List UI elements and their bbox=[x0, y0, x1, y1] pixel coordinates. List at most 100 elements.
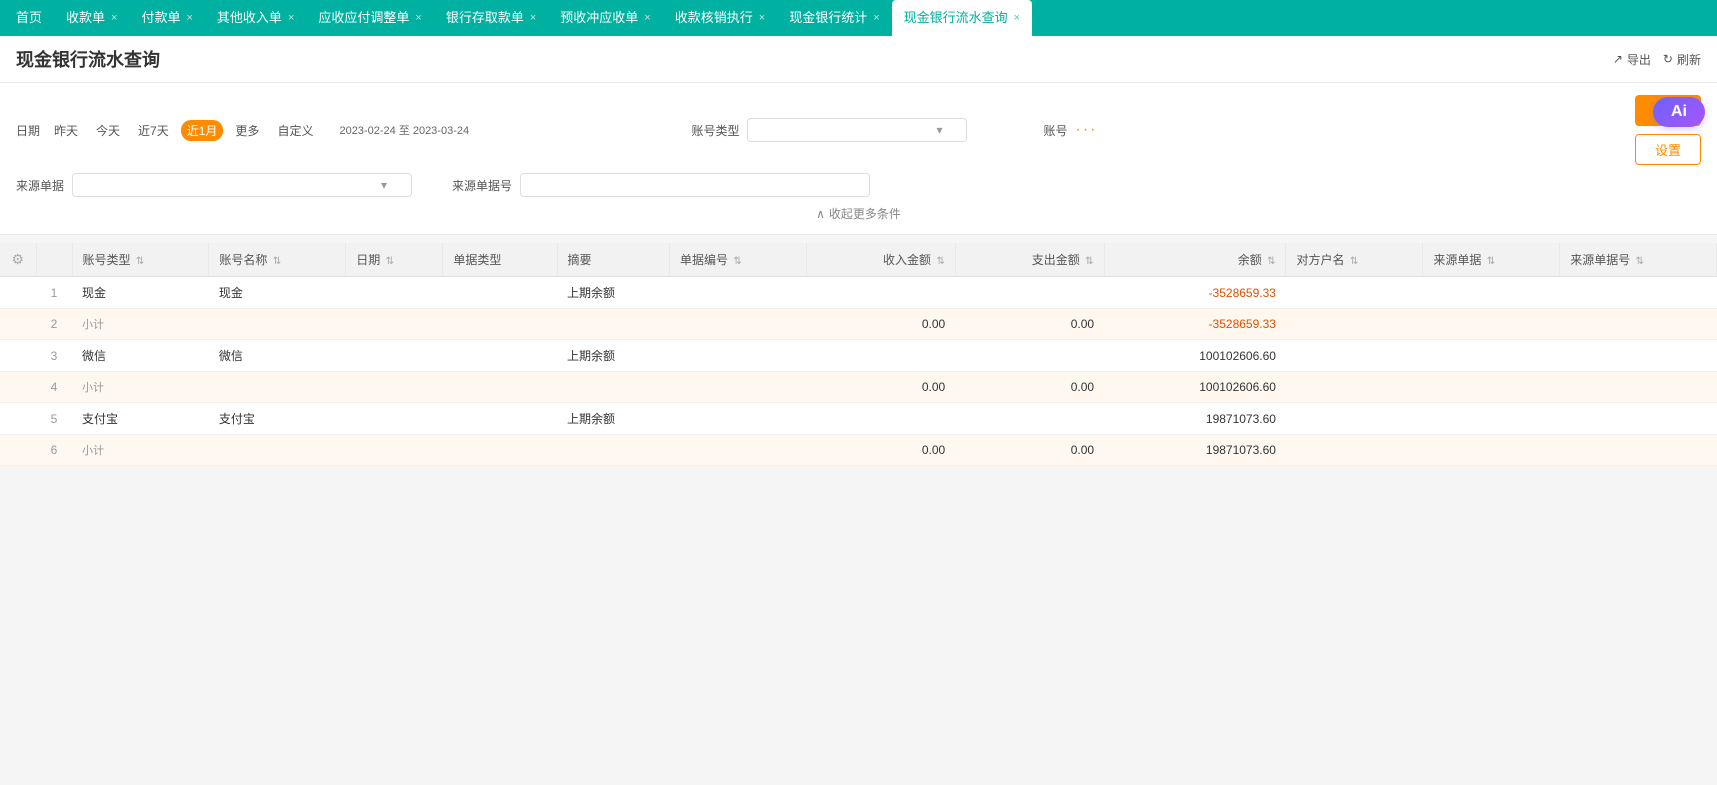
row-source-doc-num-0 bbox=[1560, 277, 1717, 309]
row-balance-5: 19871073.60 bbox=[1104, 435, 1286, 466]
row-source-doc-num-1 bbox=[1560, 309, 1717, 340]
account-type-select[interactable]: ▾ bbox=[747, 118, 967, 142]
row-gear-0 bbox=[0, 277, 36, 309]
account-ellipsis[interactable]: ··· bbox=[1075, 121, 1097, 139]
nav-writeoff-label: 收款核销执行 bbox=[675, 0, 753, 36]
table-row[interactable]: 2 小计 0.00 0.00 -3528659.33 bbox=[0, 309, 1717, 340]
col-counterpart[interactable]: 对方户名 ⇅ bbox=[1286, 243, 1423, 277]
col-income-sort: ⇅ bbox=[936, 256, 944, 267]
nav-cash-flow-close[interactable]: × bbox=[1014, 0, 1020, 36]
nav-prepayment-close[interactable]: × bbox=[644, 0, 650, 36]
col-source-doc-num[interactable]: 来源单据号 ⇅ bbox=[1560, 243, 1717, 277]
nav-payment-close[interactable]: × bbox=[186, 0, 192, 36]
nav-bank-deposit-close[interactable]: × bbox=[530, 0, 536, 36]
collapse-bar[interactable]: ∧ 收起更多条件 bbox=[16, 201, 1701, 222]
row-income-4 bbox=[806, 403, 955, 435]
col-doc-number-label: 单据编号 bbox=[680, 253, 728, 267]
gear-icon[interactable]: ⚙ bbox=[11, 251, 24, 267]
col-expense[interactable]: 支出金额 ⇅ bbox=[955, 243, 1104, 277]
col-account-type[interactable]: 账号类型 ⇅ bbox=[72, 243, 209, 277]
row-expense-3: 0.00 bbox=[955, 372, 1104, 403]
row-doc-number-5 bbox=[670, 435, 807, 466]
row-counterpart-0 bbox=[1286, 277, 1423, 309]
col-balance[interactable]: 余额 ⇅ bbox=[1104, 243, 1286, 277]
table-row[interactable]: 1 现金 现金 上期余额 -3528659.33 bbox=[0, 277, 1717, 309]
row-gear-3 bbox=[0, 372, 36, 403]
row-doc-number-0 bbox=[670, 277, 807, 309]
row-account-name-4: 支付宝 bbox=[209, 403, 346, 435]
nav-payment[interactable]: 付款单 × bbox=[129, 0, 204, 36]
col-summary[interactable]: 摘要 bbox=[557, 243, 669, 277]
row-date-1 bbox=[346, 309, 443, 340]
row-account-name-5 bbox=[209, 435, 346, 466]
row-doc-type-3 bbox=[443, 372, 557, 403]
nav-bank-deposit[interactable]: 银行存取款单 × bbox=[434, 0, 548, 36]
row-num-2: 3 bbox=[36, 340, 72, 372]
nav-other-income-close[interactable]: × bbox=[288, 0, 294, 36]
nav-receipt-close[interactable]: × bbox=[111, 0, 117, 36]
nav-receipt[interactable]: 收款单 × bbox=[54, 0, 129, 36]
row-source-doc-3 bbox=[1423, 372, 1560, 403]
row-counterpart-2 bbox=[1286, 340, 1423, 372]
col-doc-type[interactable]: 单据类型 bbox=[443, 243, 557, 277]
row-income-5: 0.00 bbox=[806, 435, 955, 466]
col-doc-number[interactable]: 单据编号 ⇅ bbox=[670, 243, 807, 277]
row-balance-3: 100102606.60 bbox=[1104, 372, 1286, 403]
nav-payment-label: 付款单 bbox=[141, 0, 180, 36]
nav-cash-flow[interactable]: 现金银行流水查询 × bbox=[892, 0, 1032, 36]
date-range-text: 2023-02-24 至 2023-03-24 bbox=[339, 122, 495, 138]
nav-other-income[interactable]: 其他收入单 × bbox=[205, 0, 306, 36]
source-doc-num-input[interactable] bbox=[520, 173, 870, 197]
row-num-0: 1 bbox=[36, 277, 72, 309]
col-date[interactable]: 日期 ⇅ bbox=[346, 243, 443, 277]
row-account-name-0: 现金 bbox=[209, 277, 346, 309]
nav-writeoff[interactable]: 收款核销执行 × bbox=[663, 0, 777, 36]
nav-ar-ap-adjust-close[interactable]: × bbox=[415, 0, 421, 36]
export-button[interactable]: ↗ 导出 bbox=[1613, 51, 1651, 68]
row-expense-5: 0.00 bbox=[955, 435, 1104, 466]
nav-home[interactable]: 首页 bbox=[4, 0, 54, 36]
col-date-sort: ⇅ bbox=[386, 256, 394, 267]
col-source-doc-sort: ⇅ bbox=[1487, 256, 1495, 267]
date-opt-7days[interactable]: 近7天 bbox=[132, 120, 175, 141]
nav-cash-stat-close[interactable]: × bbox=[873, 0, 879, 36]
nav-ar-ap-adjust[interactable]: 应收应付调整单 × bbox=[306, 0, 433, 36]
table-row[interactable]: 5 支付宝 支付宝 上期余额 19871073.60 bbox=[0, 403, 1717, 435]
col-gear[interactable]: ⚙ bbox=[0, 243, 36, 277]
date-opt-today[interactable]: 今天 bbox=[90, 120, 126, 141]
table-container: ⚙ 账号类型 ⇅ 账号名称 ⇅ 日期 ⇅ 单据类型 bbox=[0, 243, 1717, 466]
table-row[interactable]: 4 小计 0.00 0.00 100102606.60 bbox=[0, 372, 1717, 403]
col-income[interactable]: 收入金额 ⇅ bbox=[806, 243, 955, 277]
row-income-2 bbox=[806, 340, 955, 372]
refresh-icon: ↻ bbox=[1663, 52, 1673, 66]
refresh-button[interactable]: ↻ 刷新 bbox=[1663, 51, 1701, 68]
row-summary-4: 上期余额 bbox=[557, 403, 669, 435]
table-row[interactable]: 6 小计 0.00 0.00 19871073.60 bbox=[0, 435, 1717, 466]
col-account-name[interactable]: 账号名称 ⇅ bbox=[209, 243, 346, 277]
settings-button[interactable]: 设置 bbox=[1635, 134, 1701, 165]
nav-writeoff-close[interactable]: × bbox=[759, 0, 765, 36]
row-expense-0 bbox=[955, 277, 1104, 309]
nav-prepayment[interactable]: 预收冲应收单 × bbox=[548, 0, 662, 36]
row-source-doc-5 bbox=[1423, 435, 1560, 466]
row-expense-2 bbox=[955, 340, 1104, 372]
row-date-5 bbox=[346, 435, 443, 466]
col-source-doc[interactable]: 来源单据 ⇅ bbox=[1423, 243, 1560, 277]
date-opt-1month[interactable]: 近1月 bbox=[181, 120, 224, 141]
date-opt-more[interactable]: 更多 bbox=[229, 120, 265, 141]
account-type-label: 账号类型 bbox=[691, 122, 739, 139]
date-opt-custom[interactable]: 自定义 bbox=[271, 120, 319, 141]
row-date-4 bbox=[346, 403, 443, 435]
nav-cash-stat-label: 现金银行统计 bbox=[789, 0, 867, 36]
source-doc-num-group: 来源单据号 bbox=[452, 173, 870, 197]
row-doc-number-4 bbox=[670, 403, 807, 435]
ai-badge[interactable]: Ai bbox=[1653, 97, 1705, 127]
col-expense-label: 支出金额 bbox=[1032, 253, 1080, 267]
row-counterpart-1 bbox=[1286, 309, 1423, 340]
source-doc-select[interactable]: ▾ bbox=[72, 173, 412, 197]
col-account-type-sort: ⇅ bbox=[136, 256, 144, 267]
date-opt-yesterday[interactable]: 昨天 bbox=[48, 120, 84, 141]
nav-cash-stat[interactable]: 现金银行统计 × bbox=[777, 0, 891, 36]
col-balance-label: 余额 bbox=[1238, 253, 1262, 267]
table-row[interactable]: 3 微信 微信 上期余额 100102606.60 bbox=[0, 340, 1717, 372]
